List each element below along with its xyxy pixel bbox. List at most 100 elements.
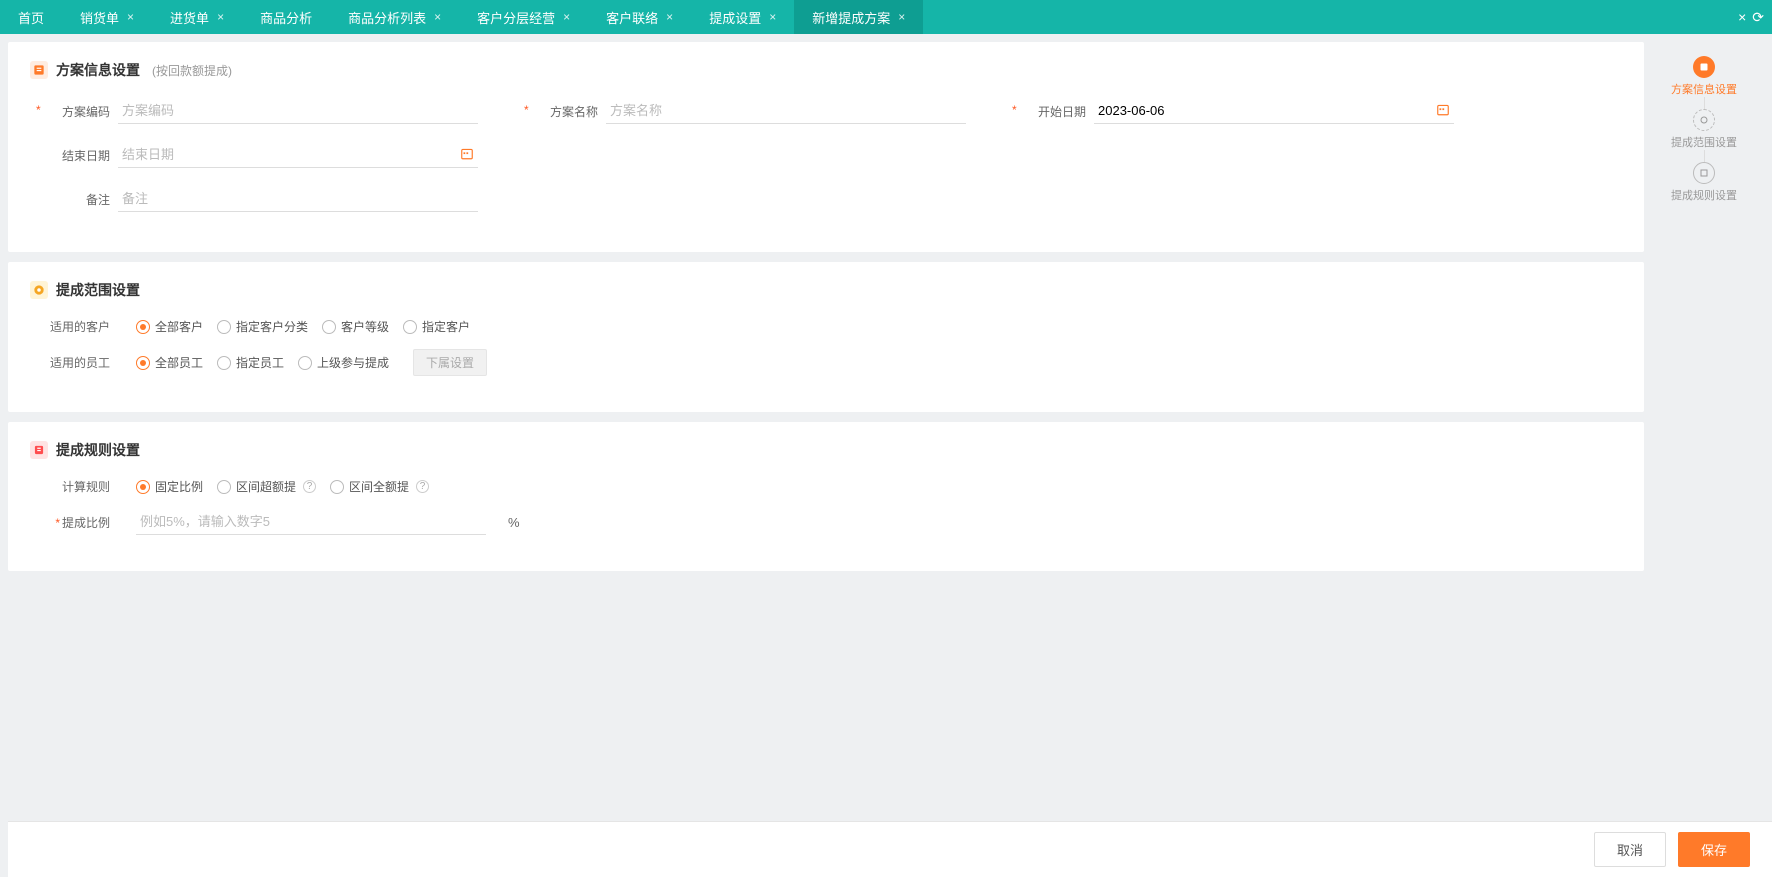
radio-icon — [330, 480, 344, 494]
radio-区间超额提[interactable]: 区间超额提? — [217, 478, 316, 495]
tab-label: 商品分析列表 — [348, 8, 426, 27]
help-icon[interactable]: ? — [303, 480, 316, 493]
radio-label: 指定客户 — [422, 318, 470, 335]
calc-radio-group: 计算规则 固定比例区间超额提?区间全额提? — [30, 478, 1622, 495]
employee-group-label: 适用的员工 — [30, 354, 110, 371]
radio-全部客户[interactable]: 全部客户 — [136, 318, 203, 335]
customer-radio-group: 适用的客户 全部客户 指定客户分类 客户等级 指定客户 — [30, 318, 1622, 335]
close-icon[interactable]: × — [127, 10, 134, 24]
radio-label: 指定员工 — [236, 354, 284, 371]
nav-circle-icon — [1693, 162, 1715, 184]
customer-group-label: 适用的客户 — [30, 318, 110, 335]
radio-icon — [136, 356, 150, 370]
input-ratio[interactable] — [136, 509, 486, 535]
scope-section-icon — [30, 281, 48, 299]
calendar-icon[interactable] — [1436, 103, 1450, 120]
radio-指定员工[interactable]: 指定员工 — [217, 354, 284, 371]
radio-label: 指定客户分类 — [236, 318, 308, 335]
nav-anchor-label: 提成规则设置 — [1671, 187, 1737, 203]
label-remark: 备注 — [30, 191, 110, 208]
section-info: 方案信息设置 (按回款额提成) 方案编码 方案名称 开始日期 — [8, 42, 1644, 252]
label-name: 方案名称 — [518, 103, 598, 120]
radio-label: 全部员工 — [155, 354, 203, 371]
section-scope-title: 提成范围设置 — [56, 280, 140, 300]
radio-icon — [217, 480, 231, 494]
input-name[interactable] — [606, 98, 966, 124]
tab-label: 客户联络 — [606, 8, 658, 27]
section-rule: 提成规则设置 计算规则 固定比例区间超额提?区间全额提? 提成比例 % — [8, 422, 1644, 571]
radio-icon — [136, 320, 150, 334]
close-icon[interactable]: × — [898, 10, 905, 24]
help-icon[interactable]: ? — [416, 480, 429, 493]
subordinate-settings-button: 下属设置 — [413, 349, 487, 376]
nav-line — [1704, 150, 1705, 162]
radio-label: 客户等级 — [341, 318, 389, 335]
nav-anchor-方案信息设置[interactable]: 方案信息设置 — [1671, 56, 1737, 97]
radio-label: 上级参与提成 — [317, 354, 389, 371]
cancel-button[interactable]: 取消 — [1594, 832, 1666, 867]
tab-首页[interactable]: 首页 — [0, 0, 62, 34]
tab-商品分析列表[interactable]: 商品分析列表 × — [330, 0, 459, 34]
input-code[interactable] — [118, 98, 478, 124]
radio-全部员工[interactable]: 全部员工 — [136, 354, 203, 371]
input-remark[interactable] — [118, 186, 478, 212]
tab-label: 进货单 — [170, 8, 209, 27]
close-icon[interactable]: × — [666, 10, 673, 24]
radio-区间全额提[interactable]: 区间全额提? — [330, 478, 429, 495]
section-scope: 提成范围设置 适用的客户 全部客户 指定客户分类 客户等级 指定客户 适用的员工 全部… — [8, 262, 1644, 412]
save-button[interactable]: 保存 — [1678, 832, 1750, 867]
tab-新增提成方案[interactable]: 新增提成方案 × — [794, 0, 923, 34]
tab-label: 首页 — [18, 8, 44, 27]
nav-circle-icon — [1693, 109, 1715, 131]
footer-bar: 取消 保存 — [8, 821, 1772, 877]
nav-anchor-提成范围设置[interactable]: 提成范围设置 — [1671, 109, 1737, 150]
tab-label: 客户分层经营 — [477, 8, 555, 27]
tab-客户分层经营[interactable]: 客户分层经营 × — [459, 0, 588, 34]
radio-label: 固定比例 — [155, 478, 203, 495]
label-end-date: 结束日期 — [30, 147, 110, 164]
close-all-icon[interactable]: × — [1738, 9, 1746, 25]
radio-icon — [136, 480, 150, 494]
nav-line — [1704, 97, 1705, 109]
tab-label: 商品分析 — [260, 8, 312, 27]
radio-客户等级[interactable]: 客户等级 — [322, 318, 389, 335]
refresh-icon[interactable]: ⟳ — [1752, 9, 1764, 26]
nav-anchor-label: 方案信息设置 — [1671, 81, 1737, 97]
radio-固定比例[interactable]: 固定比例 — [136, 478, 203, 495]
radio-指定客户分类[interactable]: 指定客户分类 — [217, 318, 308, 335]
section-info-subtitle: (按回款额提成) — [152, 62, 232, 79]
radio-上级参与提成[interactable]: 上级参与提成 — [298, 354, 389, 371]
tab-进货单[interactable]: 进货单 × — [152, 0, 242, 34]
section-info-title: 方案信息设置 — [56, 60, 140, 80]
input-end-date[interactable] — [118, 142, 478, 168]
rule-section-icon — [30, 441, 48, 459]
label-start-date: 开始日期 — [1006, 103, 1086, 120]
close-icon[interactable]: × — [769, 10, 776, 24]
label-code: 方案编码 — [30, 103, 110, 120]
tab-提成设置[interactable]: 提成设置 × — [691, 0, 794, 34]
radio-指定客户[interactable]: 指定客户 — [403, 318, 470, 335]
tab-客户联络[interactable]: 客户联络 × — [588, 0, 691, 34]
radio-label: 区间全额提 — [349, 478, 409, 495]
calendar-icon[interactable] — [460, 147, 474, 164]
tab-bar-actions: × ⟳ — [1730, 0, 1772, 34]
ratio-label: 提成比例 — [30, 514, 110, 531]
close-icon[interactable]: × — [217, 10, 224, 24]
radio-label: 区间超额提 — [236, 478, 296, 495]
section-rule-title: 提成规则设置 — [56, 440, 140, 460]
tab-销货单[interactable]: 销货单× — [62, 0, 152, 34]
input-start-date[interactable] — [1094, 98, 1454, 124]
tab-label: 新增提成方案 — [812, 8, 890, 27]
tab-商品分析[interactable]: 商品分析 — [242, 0, 330, 34]
close-icon[interactable]: × — [563, 10, 570, 24]
anchor-nav: 方案信息设置提成范围设置提成规则设置 — [1660, 56, 1748, 203]
ratio-suffix: % — [508, 515, 520, 530]
close-icon[interactable]: × — [434, 10, 441, 24]
nav-anchor-提成规则设置[interactable]: 提成规则设置 — [1671, 162, 1737, 203]
tab-bar: 首页销货单×进货单×商品分析商品分析列表×客户分层经营×客户联络×提成设置×新增… — [0, 0, 1772, 34]
nav-circle-icon — [1693, 56, 1715, 78]
radio-icon — [298, 356, 312, 370]
info-section-icon — [30, 61, 48, 79]
tab-label: 提成设置 — [709, 8, 761, 27]
radio-label: 全部客户 — [155, 318, 203, 335]
